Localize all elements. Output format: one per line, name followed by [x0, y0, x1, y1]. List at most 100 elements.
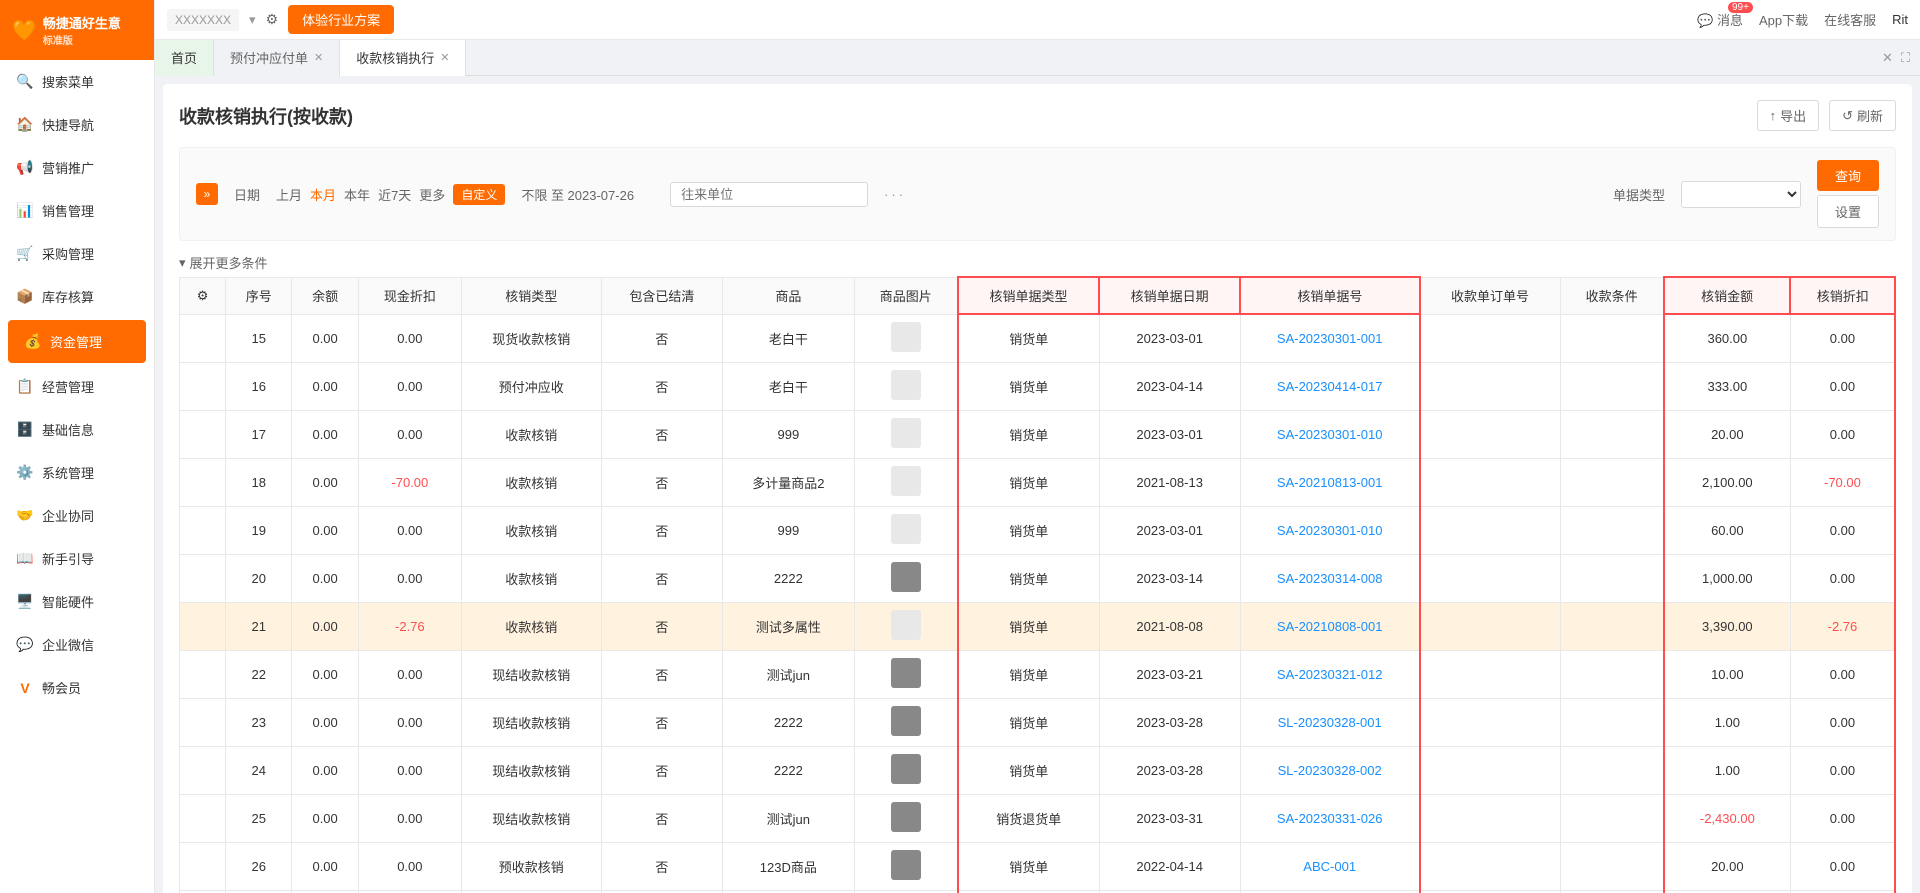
sidebar-item-label: 库存核算 [42, 287, 94, 306]
sidebar-item-label: 系统管理 [42, 463, 94, 482]
sidebar-item-wechat[interactable]: 💬 企业微信 [0, 623, 154, 666]
sidebar-item-marketing[interactable]: 📢 营销推广 [0, 146, 154, 189]
setting-button[interactable]: 设置 [1817, 195, 1879, 228]
write-off-no-link[interactable]: SA-20230414-017 [1277, 379, 1383, 394]
cell-receipt-order-no [1420, 698, 1560, 746]
date-filter-label: 日期 [234, 185, 260, 204]
receipt-type-select[interactable] [1681, 181, 1801, 208]
sidebar-item-label: 资金管理 [50, 332, 102, 351]
cell-write-off-discount: 0.00 [1790, 314, 1895, 362]
tab-collection-close-icon[interactable]: ✕ [440, 51, 449, 64]
tab-collection[interactable]: 收款核销执行 ✕ [340, 40, 466, 76]
cell-write-off-no: SA-20230414-017 [1240, 362, 1419, 410]
cell-write-off-amount: 1.00 [1664, 746, 1791, 794]
money-icon: 💰 [24, 333, 42, 351]
refresh-button[interactable]: ↺ 刷新 [1829, 100, 1896, 131]
col-header-gear[interactable]: ⚙ [180, 277, 226, 314]
sidebar-item-finance[interactable]: 💰 资金管理 [8, 320, 146, 363]
maximize-icon[interactable]: ⛶ [1901, 50, 1910, 66]
tab-home[interactable]: 首页 [155, 40, 214, 76]
write-off-no-link[interactable]: SA-20230301-010 [1277, 427, 1383, 442]
sidebar-item-system[interactable]: ⚙️ 系统管理 [0, 451, 154, 494]
date-filter-7days[interactable]: 近7天 [378, 185, 411, 204]
filter-bar: » 日期 上月 本月 本年 近7天 更多 自定义 不限 至 2023-07-26… [179, 147, 1896, 241]
expand-more[interactable]: ▾ 展开更多条件 [179, 253, 1896, 272]
home-icon: 🏠 [16, 116, 34, 134]
table-row: 26 0.00 0.00 预收款核销 否 123D商品 销货单 2022-04-… [180, 842, 1896, 890]
cell-cash-discount: 0.00 [358, 410, 461, 458]
cell-receipt-condition [1560, 746, 1664, 794]
sidebar-item-purchase[interactable]: 🛒 采购管理 [0, 232, 154, 275]
write-off-no-link[interactable]: SA-20230314-008 [1277, 571, 1383, 586]
sidebar-item-label: 销售管理 [42, 201, 94, 220]
write-off-no-link[interactable]: SL-20230328-002 [1278, 763, 1382, 778]
cell-write-off-amount: 3,390.00 [1664, 602, 1791, 650]
date-filter-this-year[interactable]: 本年 [344, 185, 370, 204]
date-filter-last-month[interactable]: 上月 [276, 185, 302, 204]
sidebar-item-hardware[interactable]: 🖥️ 智能硬件 [0, 580, 154, 623]
cell-write-off-date: 2023-03-01 [1099, 506, 1240, 554]
date-filter-this-month[interactable]: 本月 [310, 185, 336, 204]
sidebar-item-shortcut[interactable]: 🏠 快捷导航 [0, 103, 154, 146]
cell-write-off-no: SA-20230321-012 [1240, 650, 1419, 698]
cell-write-off-amount: 1.00 [1664, 698, 1791, 746]
write-off-no-link[interactable]: SA-20230331-026 [1277, 811, 1383, 826]
tab-prepay[interactable]: 预付冲应付单 ✕ [214, 40, 340, 76]
cell-receipt-order-no [1420, 602, 1560, 650]
user-name[interactable]: Rit [1892, 12, 1908, 27]
date-filter-custom-button[interactable]: 自定义 [453, 184, 505, 205]
message-badge[interactable]: 💬 消息 99+ [1697, 10, 1743, 29]
partner-input[interactable] [670, 182, 868, 207]
sidebar-item-vip[interactable]: V 畅会员 [0, 666, 154, 709]
table-row: 21 0.00 -2.76 收款核销 否 测试多属性 销货单 2021-08-0… [180, 602, 1896, 650]
tab-prepay-close-icon[interactable]: ✕ [314, 51, 323, 64]
query-button[interactable]: 查询 [1817, 160, 1879, 191]
col-header-type: 核销类型 [461, 277, 601, 314]
date-filter-more[interactable]: 更多 [419, 185, 445, 204]
table-row: 20 0.00 0.00 收款核销 否 2222 销货单 2023-03-14 … [180, 554, 1896, 602]
sidebar-item-basic[interactable]: 🗄️ 基础信息 [0, 408, 154, 451]
sidebar-item-search[interactable]: 🔍 搜索菜单 [0, 60, 154, 103]
write-off-no-link[interactable]: SA-20210813-001 [1277, 475, 1383, 490]
cell-write-off-amount: 10.00 [1664, 650, 1791, 698]
cell-goods: 多计量商品2 [723, 458, 855, 506]
cell-balance: 0.00 [292, 362, 358, 410]
write-off-no-link[interactable]: ABC-001 [1303, 859, 1356, 874]
content-area: 收款核销执行(按收款) ↑ 导出 ↺ 刷新 » 日期 上月 本月 本年 近7天 [163, 84, 1912, 893]
close-window-icon[interactable]: ✕ [1882, 50, 1893, 66]
cell-type: 预付冲应收 [461, 362, 601, 410]
export-button[interactable]: ↑ 导出 [1757, 100, 1820, 131]
filter-collapse-button[interactable]: » [196, 183, 218, 205]
cell-write-off-type: 销货退货单 [958, 794, 1099, 842]
cell-write-off-amount: 60.00 [1664, 506, 1791, 554]
cell-write-off-amount: 20.00 [1664, 410, 1791, 458]
settings-gear-icon[interactable]: ⚙ [266, 11, 279, 28]
cell-write-off-no: SA-20230331-026 [1240, 794, 1419, 842]
cell-type: 预收款核销 [461, 842, 601, 890]
write-off-no-link[interactable]: SA-20230301-010 [1277, 523, 1383, 538]
write-off-no-link[interactable]: SL-20230328-001 [1278, 715, 1382, 730]
sidebar-item-inventory[interactable]: 📦 库存核算 [0, 275, 154, 318]
write-off-no-link[interactable]: SA-20230321-012 [1277, 667, 1383, 682]
write-off-no-link[interactable]: SA-20210808-001 [1277, 619, 1383, 634]
col-header-write-off-no: 核销单据号 [1240, 277, 1419, 314]
sidebar-item-sales[interactable]: 📊 销售管理 [0, 189, 154, 232]
sidebar-item-collab[interactable]: 🤝 企业协同 [0, 494, 154, 537]
write-off-no-link[interactable]: SA-20230301-001 [1277, 331, 1383, 346]
cell-balance: 0.00 [292, 650, 358, 698]
cell-receipt-order-no [1420, 314, 1560, 362]
industry-solution-button[interactable]: 体验行业方案 [288, 5, 394, 34]
cell-receipt-condition [1560, 842, 1664, 890]
sidebar-item-label: 智能硬件 [42, 592, 94, 611]
sidebar-item-ops[interactable]: 📋 经营管理 [0, 365, 154, 408]
cell-balance: 0.00 [292, 314, 358, 362]
app-download-link[interactable]: App下载 [1759, 10, 1808, 29]
cell-included: 否 [601, 314, 722, 362]
dropdown-arrow-icon[interactable]: ▾ [249, 12, 256, 28]
cell-gear [180, 698, 226, 746]
message-label: 消息 [1717, 13, 1743, 28]
cell-included: 否 [601, 842, 722, 890]
cell-write-off-date: 2023-03-28 [1099, 698, 1240, 746]
sidebar-item-guide[interactable]: 📖 新手引导 [0, 537, 154, 580]
online-service-link[interactable]: 在线客服 [1824, 10, 1876, 29]
